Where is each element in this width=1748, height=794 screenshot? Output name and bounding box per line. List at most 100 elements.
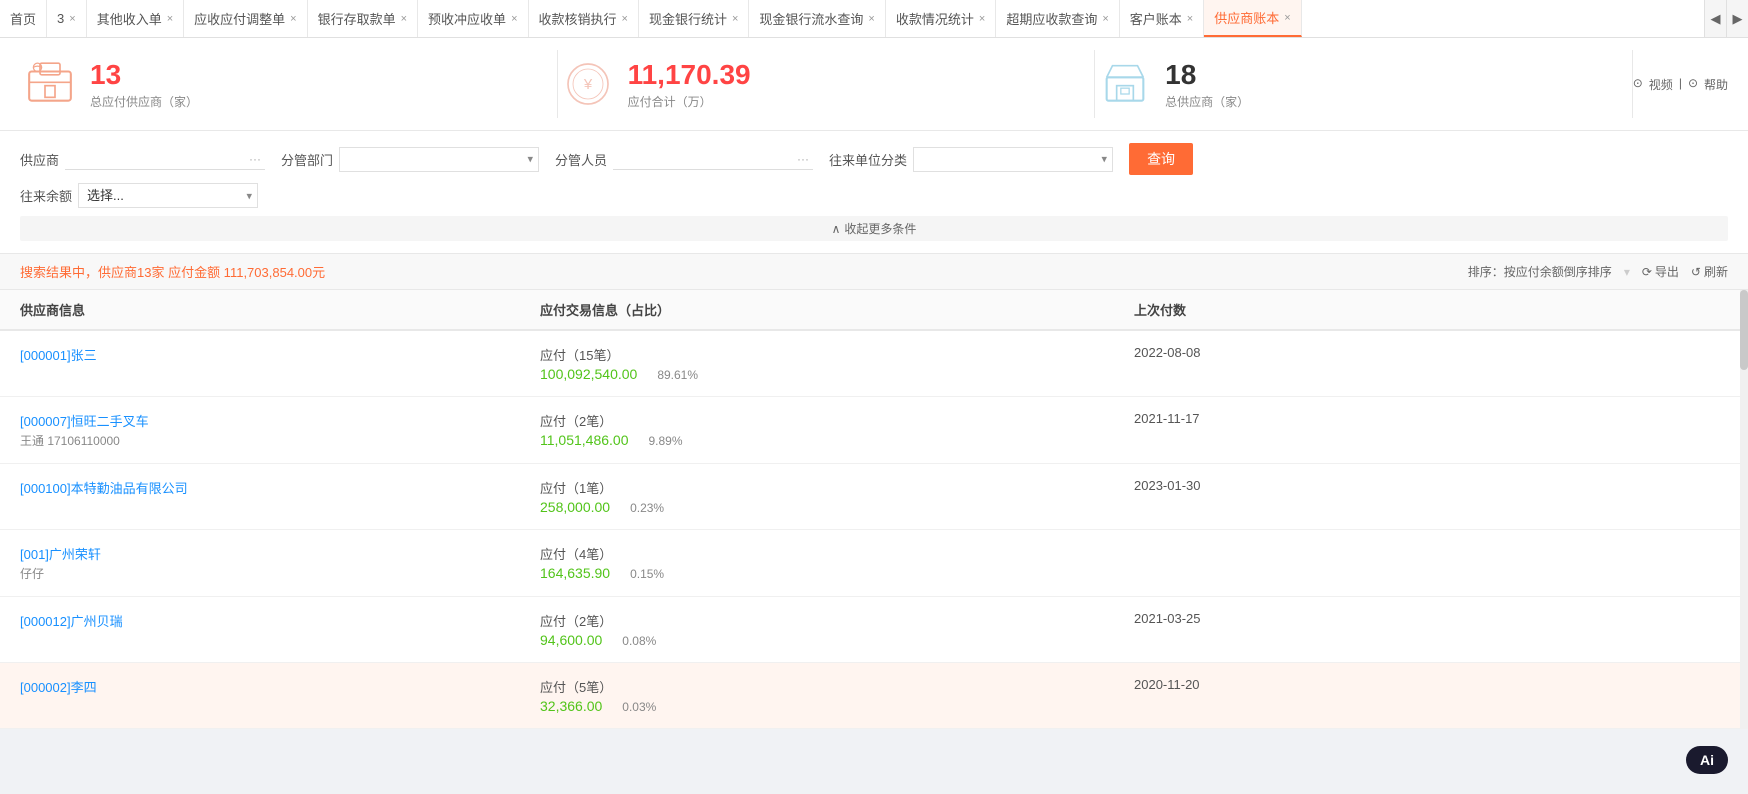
close-icon[interactable]: ×: [401, 13, 407, 25]
sort-chevron-icon: ▾: [1624, 265, 1630, 279]
supplier-link[interactable]: [001]广州荣轩: [20, 547, 101, 562]
pay-row-inline: 100,092,540.00 89.61%: [540, 366, 1134, 382]
nav-tab-other-income[interactable]: 其他收入单 ×: [87, 0, 184, 37]
scrollbar-thumb[interactable]: [1740, 290, 1748, 370]
nav-prev-arrow[interactable]: ◀: [1704, 0, 1726, 38]
close-icon[interactable]: ×: [1102, 13, 1108, 25]
nav-tab-cash-bank-stat[interactable]: 现金银行统计 ×: [639, 0, 749, 37]
nav-tab-supplier-ledger[interactable]: 供应商账本 ×: [1204, 0, 1301, 37]
pay-row-inline: 164,635.90 0.15%: [540, 565, 1134, 581]
nav-arrows: ◀ ▶: [1704, 0, 1748, 38]
close-icon[interactable]: ×: [868, 13, 874, 25]
total-payable-label: 应付合计（万）: [628, 93, 751, 110]
ai-badge[interactable]: Ai: [1686, 746, 1728, 774]
export-button[interactable]: ⟳ 导出: [1642, 263, 1679, 280]
pay-label: 应付（4笔）: [540, 544, 1134, 563]
result-summary-text: 搜索结果中，供应商13家 应付金额 111,703,854.00元: [20, 262, 325, 281]
pay-amount-link[interactable]: 32,366.00: [540, 698, 602, 714]
pay-row-inline: 258,000.00 0.23%: [540, 499, 1134, 515]
result-bar-actions: 排序：按应付余额倒序排序 ▾ ⟳ 导出 ↺ 刷新: [1468, 263, 1728, 280]
close-icon[interactable]: ×: [1284, 12, 1290, 24]
payable-supplier-count: 13: [90, 58, 198, 92]
pay-label: 应付（2笔）: [540, 411, 1134, 430]
balance-filter-label: 往来余额: [20, 186, 72, 205]
close-icon[interactable]: ×: [622, 13, 628, 25]
vertical-scrollbar[interactable]: [1740, 290, 1748, 729]
supplier-table: 供应商信息 应付交易信息（占比） 上次付数 [000001]张三 应付（15笔）…: [0, 290, 1748, 729]
pay-amount-link[interactable]: 11,051,486.00: [540, 432, 629, 448]
supplier-info-cell: [000002]李四: [20, 677, 540, 696]
person-input-wrap: [613, 148, 813, 170]
pay-info-cell: 应付（2笔） 94,600.00 0.08%: [540, 611, 1134, 648]
nav-tab-home[interactable]: 首页: [0, 0, 47, 37]
table-header-row: 供应商信息 应付交易信息（占比） 上次付数: [0, 290, 1748, 331]
pay-amount-link[interactable]: 94,600.00: [540, 632, 602, 648]
dept-select[interactable]: [339, 147, 539, 172]
nav-next-arrow[interactable]: ▶: [1726, 0, 1748, 38]
table-row: [000100]本特勤油品有限公司 应付（1笔） 258,000.00 0.23…: [0, 464, 1748, 530]
pay-label: 应付（1笔）: [540, 478, 1134, 497]
video-link[interactable]: 视频: [1649, 76, 1673, 93]
nav-tab-customer-ledger[interactable]: 客户账本 ×: [1120, 0, 1204, 37]
supplier-input-wrap: [65, 148, 265, 170]
close-icon[interactable]: ×: [979, 13, 985, 25]
nav-tab-collection-stat[interactable]: 收款情况统计 ×: [886, 0, 996, 37]
pay-amount-link[interactable]: 258,000.00: [540, 499, 610, 515]
supplier-info-cell: [000007]恒旺二手叉车 王通 17106110000: [20, 411, 540, 449]
nav-tab-cash-flow[interactable]: 现金银行流水查询 ×: [749, 0, 885, 37]
pay-percent: 9.89%: [649, 434, 683, 448]
table-row: [000012]广州贝瑞 应付（2笔） 94,600.00 0.08% 2021…: [0, 597, 1748, 663]
balance-select[interactable]: 选择...: [78, 183, 258, 208]
last-pay-cell: 2022-08-08: [1134, 345, 1728, 360]
pay-label: 应付（5笔）: [540, 677, 1134, 696]
nav-tab-ar-ap-adjust[interactable]: 应收应付调整单 ×: [184, 0, 307, 37]
supplier-link[interactable]: [000001]张三: [20, 348, 97, 363]
supplier-link[interactable]: [000007]恒旺二手叉车: [20, 414, 149, 429]
last-pay-date: 2020-11-20: [1134, 677, 1200, 692]
total-supplier-label: 总供应商（家）: [1165, 93, 1249, 110]
supplier-link[interactable]: [000100]本特勤油品有限公司: [20, 481, 188, 496]
balance-select-wrap: 选择...: [78, 183, 258, 208]
close-icon[interactable]: ×: [167, 13, 173, 25]
nav-tab-overdue-query[interactable]: 超期应收款查询 ×: [996, 0, 1119, 37]
pay-row-inline: 32,366.00 0.03%: [540, 698, 1134, 714]
close-icon[interactable]: ×: [290, 13, 296, 25]
summary-card-total-payable: ¥ 11,170.39 应付合计（万）: [558, 50, 1096, 118]
person-input[interactable]: [613, 148, 813, 170]
nav-tab-prepayment[interactable]: 预收冲应收单 ×: [418, 0, 528, 37]
last-pay-cell: 2023-01-30: [1134, 478, 1728, 493]
collapse-button[interactable]: ∧ 收起更多条件: [20, 216, 1728, 241]
summary-bar: 13 总应付供应商（家） ¥ 11,170.39 应付合计（万）: [0, 38, 1748, 131]
nav-tab-collection[interactable]: 收款核销执行 ×: [529, 0, 639, 37]
supplier-info-cell: [000100]本特勤油品有限公司: [20, 478, 540, 497]
supplier-link[interactable]: [000002]李四: [20, 680, 97, 695]
query-button[interactable]: 查询: [1129, 143, 1193, 175]
pay-info-cell: 应付（15笔） 100,092,540.00 89.61%: [540, 345, 1134, 382]
close-icon[interactable]: ×: [511, 13, 517, 25]
table-scroll-wrapper: 供应商信息 应付交易信息（占比） 上次付数 [000001]张三 应付（15笔）…: [0, 290, 1748, 729]
summary-info-payable: 13 总应付供应商（家）: [90, 58, 198, 111]
supplier-icon: [20, 54, 80, 114]
top-right-links: ⊙ 视频 | ⊙ 帮助: [1633, 76, 1728, 93]
close-icon[interactable]: ×: [1187, 13, 1193, 25]
help-link[interactable]: 帮助: [1704, 76, 1728, 93]
sort-dropdown[interactable]: 排序：按应付余额倒序排序: [1468, 263, 1612, 280]
nav-tab-bank-deposit[interactable]: 银行存取款单 ×: [308, 0, 418, 37]
dept-select-wrap: [339, 147, 539, 172]
close-icon[interactable]: ×: [69, 13, 75, 25]
refresh-button[interactable]: ↺ 刷新: [1691, 263, 1728, 280]
category-select[interactable]: [913, 147, 1113, 172]
collapse-label: 收起更多条件: [844, 220, 916, 237]
col-header-supplier: 供应商信息: [20, 300, 540, 319]
nav-tab-3[interactable]: 3 ×: [47, 0, 87, 37]
col-header-transaction: 应付交易信息（占比）: [540, 300, 1134, 319]
pay-label: 应付（15笔）: [540, 345, 1134, 364]
close-icon[interactable]: ×: [732, 13, 738, 25]
pay-percent: 0.15%: [630, 567, 664, 581]
supplier-link[interactable]: [000012]广州贝瑞: [20, 614, 123, 629]
pay-percent: 0.23%: [630, 501, 664, 515]
pay-info-cell: 应付（2笔） 11,051,486.00 9.89%: [540, 411, 1134, 448]
pay-amount-link[interactable]: 100,092,540.00: [540, 366, 637, 382]
supplier-input[interactable]: [65, 148, 265, 170]
pay-amount-link[interactable]: 164,635.90: [540, 565, 610, 581]
